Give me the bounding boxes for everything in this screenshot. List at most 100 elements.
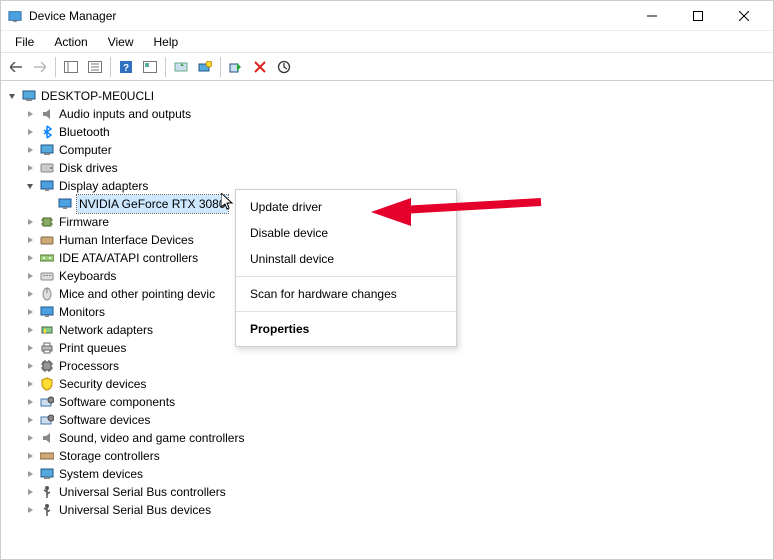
tree-label: Print queues [59,339,126,357]
network-icon [39,322,55,338]
tree-label: Network adapters [59,321,153,339]
minimize-button[interactable] [629,1,675,31]
tool-uninstall-icon[interactable] [249,56,271,78]
chevron-right-icon[interactable] [23,125,37,139]
tree-label: Computer [59,141,112,159]
chevron-right-icon[interactable] [23,143,37,157]
chevron-right-icon[interactable] [23,395,37,409]
tree-label: DESKTOP-ME0UCLI [41,87,154,105]
hid-icon [39,232,55,248]
context-menu: Update driver Disable device Uninstall d… [235,189,457,347]
chevron-right-icon[interactable] [23,215,37,229]
tree-label: Universal Serial Bus devices [59,501,211,519]
storage-icon [39,448,55,464]
chevron-right-icon[interactable] [23,107,37,121]
tool-disable-icon[interactable] [273,56,295,78]
bluetooth-icon [39,124,55,140]
chip-icon [39,358,55,374]
tree-item-usbcontrollers[interactable]: Universal Serial Bus controllers [5,483,769,501]
app-icon [7,8,23,24]
tool-forward-icon[interactable] [29,56,51,78]
chevron-right-icon[interactable] [23,269,37,283]
menu-help[interactable]: Help [144,33,189,51]
tree-item-swcomponents[interactable]: Software components [5,393,769,411]
cm-disable-device[interactable]: Disable device [236,220,456,246]
chevron-right-icon[interactable] [23,467,37,481]
printer-icon [39,340,55,356]
tree-label: Software components [59,393,175,411]
tree-item-sound[interactable]: Sound, video and game controllers [5,429,769,447]
tree-item-swdevices[interactable]: Software devices [5,411,769,429]
chevron-right-icon[interactable] [23,251,37,265]
usb-icon [39,502,55,518]
toolbar: ? [1,53,773,81]
menu-file[interactable]: File [5,33,44,51]
maximize-button[interactable] [675,1,721,31]
tool-enable-icon[interactable] [225,56,247,78]
chevron-right-icon[interactable] [23,359,37,373]
cm-scan-hardware[interactable]: Scan for hardware changes [236,281,456,307]
svg-text:?: ? [123,63,129,74]
tree-label: Security devices [59,375,146,393]
tree-item-security[interactable]: Security devices [5,375,769,393]
chevron-right-icon[interactable] [23,449,37,463]
tree-label: Storage controllers [59,447,160,465]
tool-help-icon[interactable]: ? [115,56,137,78]
tool-properties2-icon[interactable] [139,56,161,78]
toggle-spacer [41,197,55,211]
tool-update-driver-icon[interactable] [170,56,192,78]
menu-view[interactable]: View [98,33,144,51]
tree-label: Sound, video and game controllers [59,429,244,447]
toolbar-separator [165,57,166,77]
tree-label: Processors [59,357,119,375]
chevron-right-icon[interactable] [23,233,37,247]
tree-item-system[interactable]: System devices [5,465,769,483]
chevron-right-icon[interactable] [23,341,37,355]
tree-item-bluetooth[interactable]: Bluetooth [5,123,769,141]
chevron-down-icon[interactable] [23,179,37,193]
tree-label: Keyboards [59,267,116,285]
chevron-right-icon[interactable] [23,323,37,337]
tree-item-computer[interactable]: Computer [5,141,769,159]
cm-uninstall-device[interactable]: Uninstall device [236,246,456,272]
toolbar-separator [55,57,56,77]
tool-properties-icon[interactable] [84,56,106,78]
chip-icon [39,214,55,230]
display-icon [39,178,55,194]
context-menu-separator [236,276,456,277]
titlebar: Device Manager [1,1,773,31]
tool-show-hide-tree-icon[interactable] [60,56,82,78]
chevron-right-icon[interactable] [23,161,37,175]
tree-label: IDE ATA/ATAPI controllers [59,249,198,267]
chevron-right-icon[interactable] [23,431,37,445]
chevron-down-icon[interactable] [5,89,19,103]
keyboard-icon [39,268,55,284]
chevron-right-icon[interactable] [23,503,37,517]
window-title: Device Manager [29,9,116,23]
close-button[interactable] [721,1,767,31]
security-icon [39,376,55,392]
chevron-right-icon[interactable] [23,305,37,319]
cm-properties[interactable]: Properties [236,316,456,342]
computer-icon [39,466,55,482]
chevron-right-icon[interactable] [23,485,37,499]
tree-item-usbdevices[interactable]: Universal Serial Bus devices [5,501,769,519]
chevron-right-icon[interactable] [23,413,37,427]
chevron-right-icon[interactable] [23,287,37,301]
context-menu-separator [236,311,456,312]
tree-item-storage[interactable]: Storage controllers [5,447,769,465]
software-icon [39,394,55,410]
tool-back-icon[interactable] [5,56,27,78]
cm-update-driver[interactable]: Update driver [236,194,456,220]
chevron-right-icon[interactable] [23,377,37,391]
tool-scan-hardware-icon[interactable] [194,56,216,78]
tree-item-processors[interactable]: Processors [5,357,769,375]
tree-label: Firmware [59,213,109,231]
tree-item-disk[interactable]: Disk drives [5,159,769,177]
tree-root[interactable]: DESKTOP-ME0UCLI [5,87,769,105]
tree-label: Human Interface Devices [59,231,194,249]
menu-action[interactable]: Action [44,33,97,51]
mouse-icon [39,286,55,302]
tree-item-audio[interactable]: Audio inputs and outputs [5,105,769,123]
computer-icon [21,88,37,104]
